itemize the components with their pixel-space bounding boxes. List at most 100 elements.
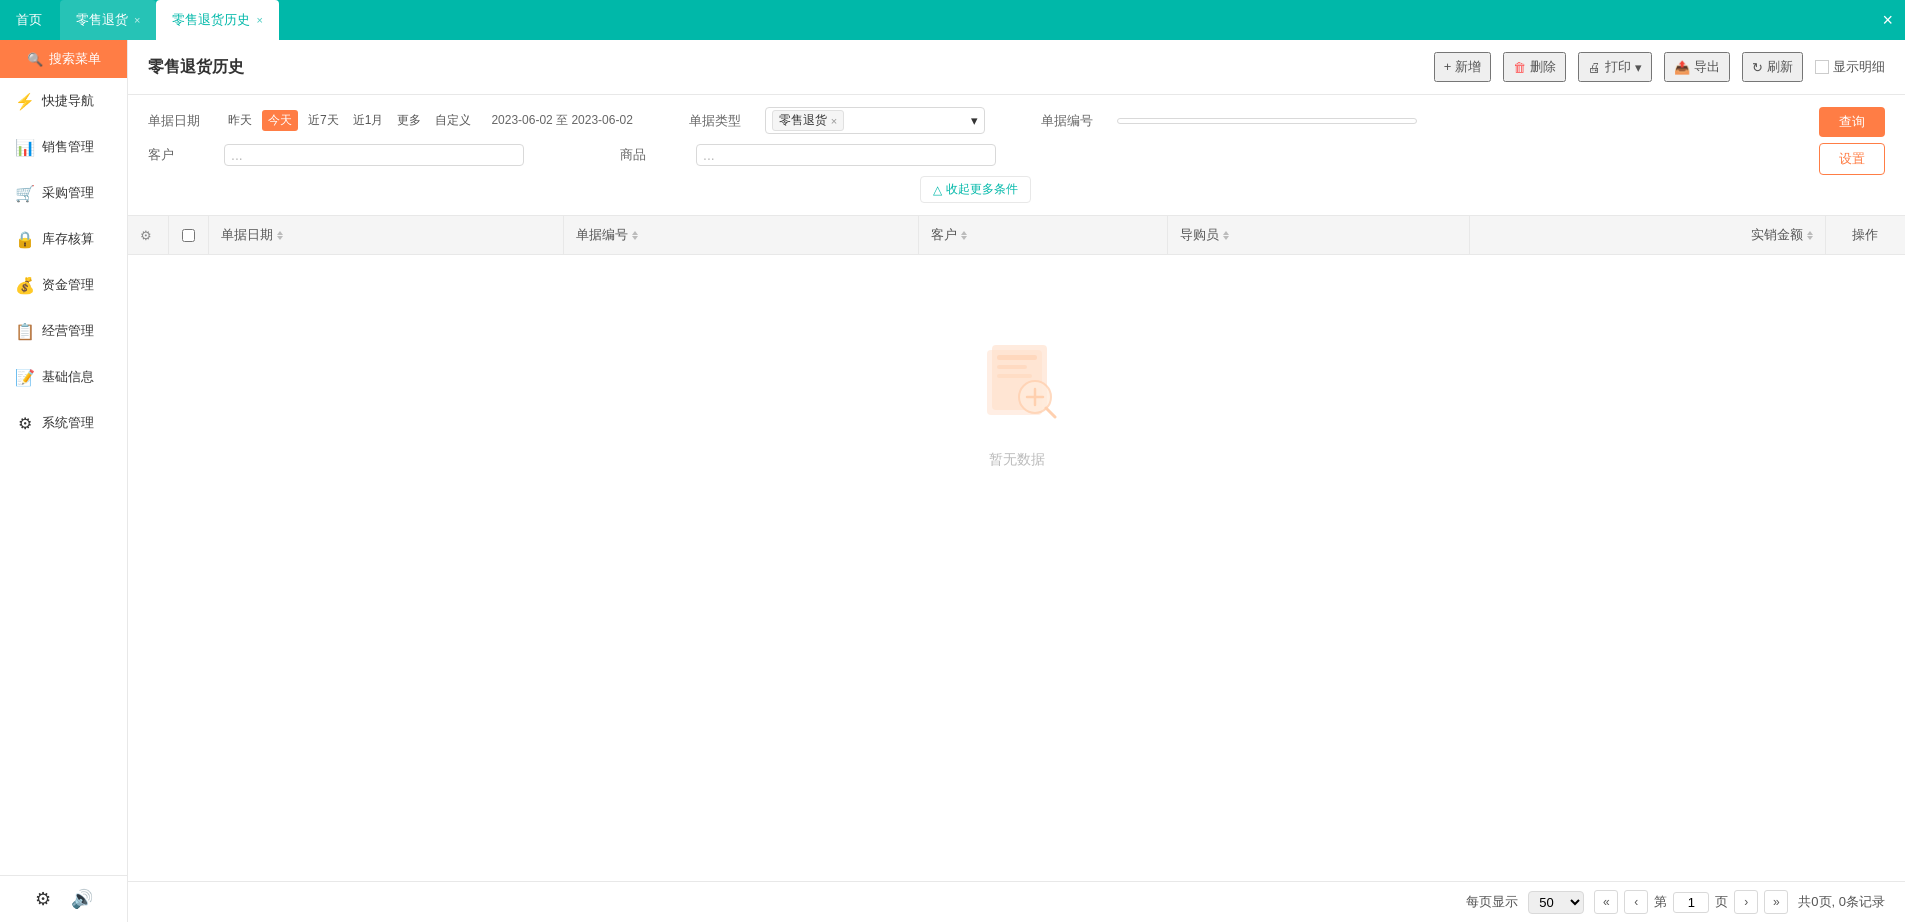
sidebar-search-label: 搜索菜单 [49,50,101,68]
delete-button[interactable]: 🗑 删除 [1503,52,1566,82]
date-option-1month[interactable]: 近1月 [349,110,388,131]
sidebar-item-operations-label: 经营管理 [42,322,94,340]
page-size-select[interactable]: 10 20 50 100 [1528,891,1584,914]
th-date[interactable]: 单据日期 [208,216,563,255]
print-button[interactable]: 🖨 打印 ▾ [1578,52,1652,82]
collapse-button[interactable]: △ 收起更多条件 [920,176,1031,203]
date-option-7days[interactable]: 近7天 [304,110,343,131]
sidebar-search[interactable]: 🔍 搜索菜单 [0,40,127,78]
page-label: 第 [1654,893,1667,911]
th-amount[interactable]: 实销金额 [1470,216,1825,255]
add-button[interactable]: + 新增 [1434,52,1491,82]
page-input[interactable] [1673,892,1709,913]
sidebar-item-quick-nav[interactable]: ⚡ 快捷导航 [0,78,127,124]
table-header-row: ⚙ 单据日期 [128,216,1905,255]
operations-icon: 📋 [16,322,34,340]
th-gear[interactable]: ⚙ [128,216,168,255]
tab-list: 首页 零售退货 × 零售退货历史 × [0,0,1870,40]
th-number-label: 单据编号 [576,226,628,244]
inventory-icon: 🔒 [16,230,34,248]
date-option-more[interactable]: 更多 [393,110,425,131]
customer-label: 客户 [148,146,208,164]
sidebar-item-purchase-mgmt[interactable]: 🛒 采购管理 [0,170,127,216]
svg-rect-2 [997,355,1037,360]
amount-sort-icon [1807,231,1813,240]
content-area: 零售退货历史 + 新增 🗑 删除 🖨 打印 ▾ 📤 导出 [128,40,1905,922]
voucher-number-input[interactable] [1117,118,1417,124]
tab-retail-return-history-close[interactable]: × [256,14,262,26]
date-option-yesterday[interactable]: 昨天 [224,110,256,131]
tab-retail-return[interactable]: 零售退货 × [60,0,156,40]
customer-sort-icon [961,231,967,240]
voucher-type-dropdown-icon[interactable]: ▾ [971,113,978,128]
tab-retail-return-history-label: 零售退货历史 [172,11,250,29]
tab-retail-return-label: 零售退货 [76,11,128,29]
search-icon: 🔍 [27,52,43,67]
customer-input[interactable]: ... [224,144,524,166]
export-icon: 📤 [1674,60,1690,75]
filter-area: 单据日期 昨天 今天 近7天 近1月 更多 自定义 2023-06-02 至 2… [128,95,1905,216]
export-button[interactable]: 📤 导出 [1664,52,1730,82]
page-size-label: 每页显示 [1466,893,1518,911]
date-option-today[interactable]: 今天 [262,110,298,131]
date-label: 单据日期 [148,112,208,130]
th-actions: 操作 [1825,216,1905,255]
page-prev-button[interactable]: ‹ [1624,890,1648,914]
select-all-checkbox[interactable] [182,229,195,242]
page-last-button[interactable]: » [1764,890,1788,914]
number-sort-icon [632,231,638,240]
sidebar-volume-icon[interactable]: 🔊 [71,888,93,910]
sidebar-item-inventory[interactable]: 🔒 库存核算 [0,216,127,262]
voucher-type-tag: 零售退货 × [772,110,844,131]
page-nav: « ‹ 第 页 › » [1594,890,1788,914]
main-layout: 🔍 搜索菜单 ⚡ 快捷导航 📊 销售管理 🛒 采购管理 🔒 库存核算 💰 资金管… [0,40,1905,922]
query-button[interactable]: 查询 [1819,107,1885,137]
th-guide[interactable]: 导购员 [1168,216,1470,255]
tab-retail-return-close[interactable]: × [134,14,140,26]
sidebar-item-base-info[interactable]: 📝 基础信息 [0,354,127,400]
filter-fields: 单据日期 昨天 今天 近7天 近1月 更多 自定义 2023-06-02 至 2… [148,107,1803,203]
settings-button[interactable]: 设置 [1819,143,1885,175]
sidebar-item-operations[interactable]: 📋 经营管理 [0,308,127,354]
empty-row: 暂无数据 [128,255,1905,550]
th-customer-label: 客户 [931,226,957,244]
refresh-icon: ↻ [1752,60,1763,75]
th-number[interactable]: 单据编号 [563,216,918,255]
voucher-type-tag-close[interactable]: × [831,115,837,127]
print-button-label: 打印 [1605,58,1631,76]
sidebar-item-purchase-mgmt-label: 采购管理 [42,184,94,202]
goods-ellipsis[interactable]: ... [703,147,715,163]
base-info-icon: 📝 [16,368,34,386]
date-option-custom[interactable]: 自定义 [431,110,475,131]
svg-rect-3 [997,365,1027,369]
th-customer[interactable]: 客户 [919,216,1168,255]
page-first-button[interactable]: « [1594,890,1618,914]
tab-home-label: 首页 [16,11,42,29]
th-guide-label: 导购员 [1180,226,1219,244]
customer-ellipsis[interactable]: ... [231,147,243,163]
display-detail-label: 显示明细 [1833,58,1885,76]
sidebar: 🔍 搜索菜单 ⚡ 快捷导航 📊 销售管理 🛒 采购管理 🔒 库存核算 💰 资金管… [0,40,128,922]
page-next-button[interactable]: › [1734,890,1758,914]
window-close-button[interactable]: × [1870,10,1905,31]
sidebar-item-sales-mgmt-label: 销售管理 [42,138,94,156]
goods-input[interactable]: ... [696,144,996,166]
system-mgmt-icon: ⚙ [16,414,34,432]
page-header: 零售退货历史 + 新增 🗑 删除 🖨 打印 ▾ 📤 导出 [128,40,1905,95]
sidebar-item-system-mgmt[interactable]: ⚙ 系统管理 [0,400,127,446]
quick-nav-icon: ⚡ [16,92,34,110]
voucher-type-input[interactable]: 零售退货 × ▾ [765,107,985,134]
tab-home[interactable]: 首页 [0,0,58,40]
sidebar-item-finance[interactable]: 💰 资金管理 [0,262,127,308]
tab-retail-return-history[interactable]: 零售退货历史 × [156,0,278,40]
refresh-button[interactable]: ↻ 刷新 [1742,52,1803,82]
sidebar-settings-icon[interactable]: ⚙ [35,888,51,910]
guide-sort-icon [1223,231,1229,240]
display-detail-checkbox[interactable] [1815,60,1829,74]
svg-line-8 [1046,408,1055,417]
add-button-label: + 新增 [1444,58,1481,76]
display-detail-toggle[interactable]: 显示明细 [1815,58,1885,76]
sidebar-item-sales-mgmt[interactable]: 📊 销售管理 [0,124,127,170]
sidebar-item-base-info-label: 基础信息 [42,368,94,386]
gear-icon[interactable]: ⚙ [140,228,152,243]
